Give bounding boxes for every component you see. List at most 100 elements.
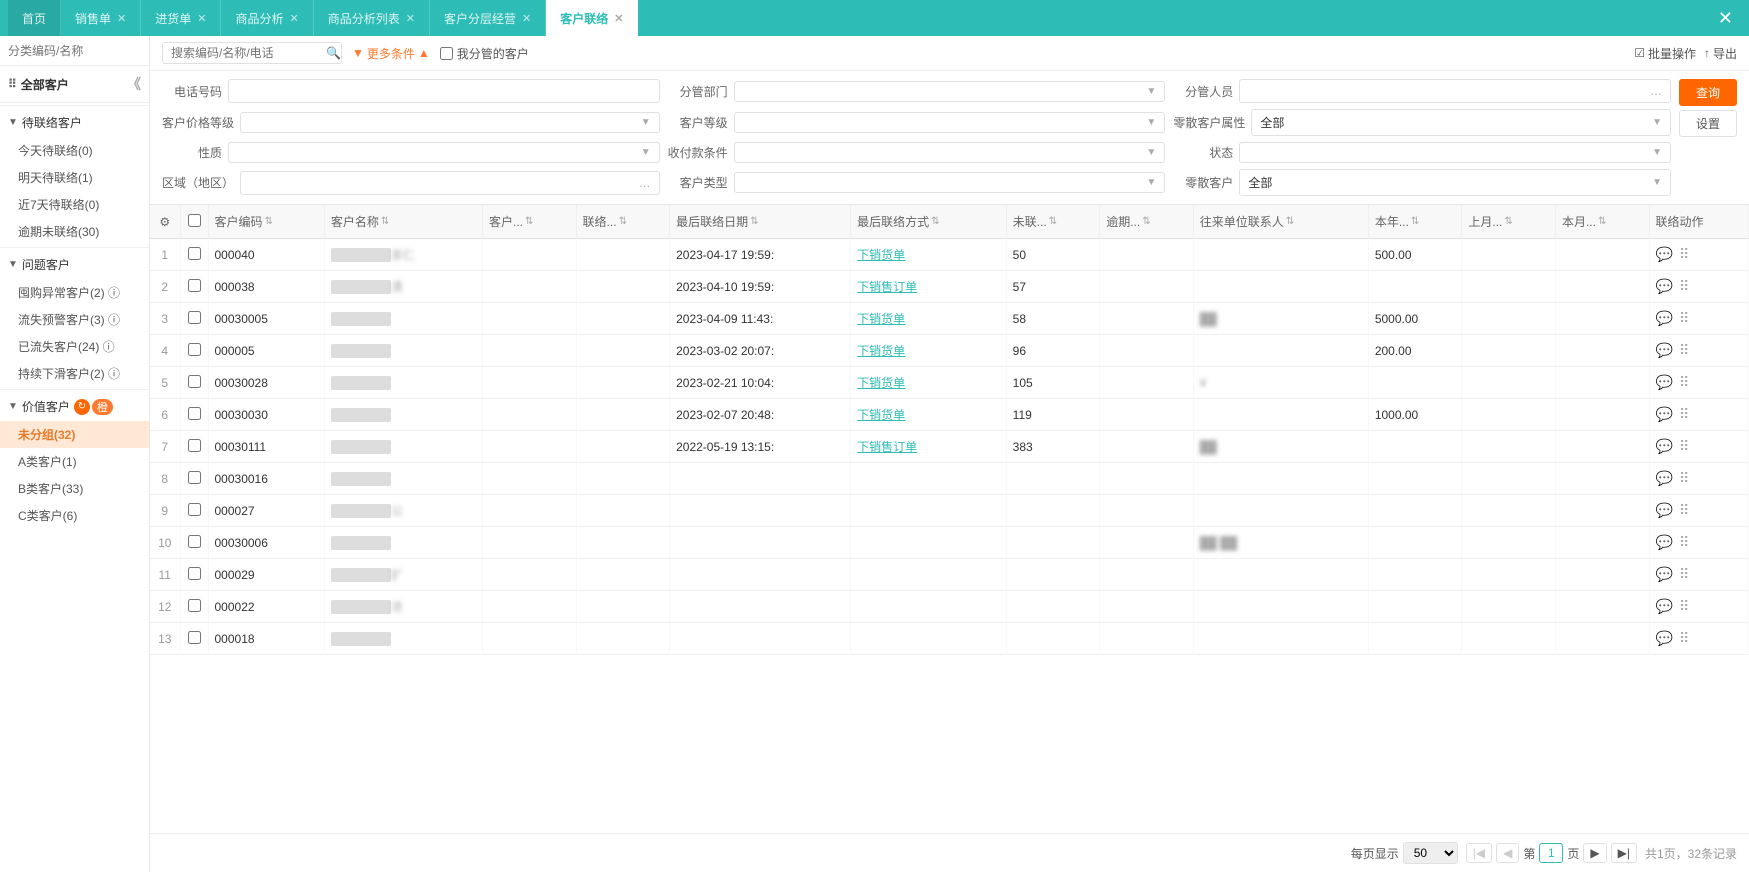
grid-action-icon[interactable]: ⠿ [1679, 310, 1689, 327]
batch-operation-button[interactable]: ☑ 批量操作 [1634, 45, 1696, 62]
row-checkbox[interactable] [180, 239, 208, 271]
last-page-button[interactable]: ▶| [1611, 843, 1637, 863]
reset-button[interactable]: 设置 [1679, 110, 1737, 137]
row-checkbox[interactable] [180, 335, 208, 367]
sidebar-item-churn-warning[interactable]: 流失预警客户(3) ⓘ [0, 306, 149, 333]
my-customers-check[interactable] [440, 47, 453, 60]
price-level-select[interactable]: ▼ [240, 112, 660, 133]
message-icon[interactable]: 💬 [1656, 406, 1673, 423]
dept-select[interactable]: ▼ [734, 81, 1166, 102]
row-last-contact-method[interactable]: 下销售订单 [851, 271, 1006, 303]
tab-home[interactable]: 首页 [8, 0, 61, 36]
export-button[interactable]: ↑ 导出 [1704, 45, 1737, 62]
phone-input[interactable] [228, 79, 660, 103]
col-this-month[interactable]: 本月...⇅ [1555, 205, 1649, 239]
row-checkbox[interactable] [180, 399, 208, 431]
grid-action-icon[interactable]: ⠿ [1679, 470, 1689, 487]
message-icon[interactable]: 💬 [1656, 566, 1673, 583]
sidebar-item-7days-pending[interactable]: 近7天待联络(0) [0, 191, 149, 218]
col-contact[interactable]: 联络...⇅ [576, 205, 670, 239]
refresh-icon[interactable]: ↻ [74, 399, 90, 415]
message-icon[interactable]: 💬 [1656, 246, 1673, 263]
row-checkbox[interactable] [180, 463, 208, 495]
nature-select[interactable]: ▼ [228, 142, 660, 163]
message-icon[interactable]: 💬 [1656, 342, 1673, 359]
row-checkbox[interactable] [180, 527, 208, 559]
grid-action-icon[interactable]: ⠿ [1679, 598, 1689, 615]
more-conditions-toggle[interactable]: ▼ 更多条件 ▲ [352, 45, 430, 62]
row-last-contact-method[interactable]: 下销售订单 [851, 431, 1006, 463]
sidebar-item-churned[interactable]: 已流失客户(24) ⓘ [0, 333, 149, 360]
tab-sales[interactable]: 销售单 ✕ [61, 0, 141, 36]
tab-customer-contact[interactable]: 客户联络 ✕ [546, 0, 638, 36]
select-all-checkbox[interactable] [188, 214, 201, 227]
grid-action-icon[interactable]: ⠿ [1679, 502, 1689, 519]
sidebar-group-pending[interactable]: ▼ 待联络客户 [0, 108, 149, 137]
tab-customer-segment[interactable]: 客户分层经营 ✕ [430, 0, 546, 36]
grid-action-icon[interactable]: ⠿ [1679, 374, 1689, 391]
grid-action-icon[interactable]: ⠿ [1679, 438, 1689, 455]
grid-action-icon[interactable]: ⠿ [1679, 278, 1689, 295]
sidebar-item-b-type[interactable]: B类客户(33) [0, 475, 149, 502]
row-checkbox[interactable] [180, 271, 208, 303]
message-icon[interactable]: 💬 [1656, 310, 1673, 327]
col-not-contacted[interactable]: 未联...⇅ [1006, 205, 1100, 239]
message-icon[interactable]: 💬 [1656, 278, 1673, 295]
collapse-icon[interactable]: 《 [127, 74, 141, 94]
grid-action-icon[interactable]: ⠿ [1679, 342, 1689, 359]
message-icon[interactable]: 💬 [1656, 374, 1673, 391]
close-icon[interactable]: ✕ [522, 12, 531, 25]
customer-type-select[interactable]: ▼ [734, 172, 1166, 193]
col-last-contact-method[interactable]: 最后联络方式⇅ [851, 205, 1006, 239]
grid-action-icon[interactable]: ⠿ [1679, 566, 1689, 583]
col-this-year[interactable]: 本年...⇅ [1368, 205, 1462, 239]
col-last-month[interactable]: 上月...⇅ [1462, 205, 1556, 239]
retail-attr-select[interactable]: 全部 ▼ [1251, 109, 1671, 136]
close-icon[interactable]: ✕ [197, 12, 206, 25]
close-icon[interactable]: ✕ [117, 12, 126, 25]
tab-product-analysis-list[interactable]: 商品分析列表 ✕ [314, 0, 430, 36]
sidebar-item-declining[interactable]: 持续下滑客户(2) ⓘ [0, 360, 149, 387]
search-button[interactable]: 查询 [1679, 79, 1737, 106]
message-icon[interactable]: 💬 [1656, 534, 1673, 551]
grid-action-icon[interactable]: ⠿ [1679, 406, 1689, 423]
close-icon[interactable]: ✕ [406, 12, 415, 25]
message-icon[interactable]: 💬 [1656, 470, 1673, 487]
col-customer-name[interactable]: 客户名称⇅ [324, 205, 482, 239]
row-checkbox[interactable] [180, 591, 208, 623]
col-overdue[interactable]: 逾期...⇅ [1100, 205, 1194, 239]
message-icon[interactable]: 💬 [1656, 438, 1673, 455]
sidebar-item-ungrouped[interactable]: 未分组(32) [0, 421, 149, 448]
table-settings-col[interactable]: ⚙ [150, 205, 180, 239]
per-page-select[interactable]: 50 20 100 [1403, 842, 1458, 864]
status-select[interactable]: ▼ [1239, 142, 1671, 163]
next-page-button[interactable]: ▶ [1583, 843, 1606, 863]
row-checkbox[interactable] [180, 431, 208, 463]
tab-purchase[interactable]: 进货单 ✕ [141, 0, 221, 36]
customer-level-select[interactable]: ▼ [734, 112, 1166, 133]
close-icon[interactable]: ✕ [614, 12, 623, 25]
prev-page-button[interactable]: ◀ [1496, 843, 1519, 863]
search-input[interactable] [171, 46, 326, 60]
first-page-button[interactable]: |◀ [1466, 843, 1492, 863]
col-customer-type[interactable]: 客户...⇅ [482, 205, 576, 239]
sidebar-item-today-pending[interactable]: 今天待联络(0) [0, 137, 149, 164]
row-last-contact-method[interactable]: 下销货单 [851, 303, 1006, 335]
sidebar-search-input[interactable] [8, 44, 150, 58]
message-icon[interactable]: 💬 [1656, 598, 1673, 615]
sidebar-item-c-type[interactable]: C类客户(6) [0, 502, 149, 529]
tab-product-analysis[interactable]: 商品分析 ✕ [221, 0, 313, 36]
col-customer-code[interactable]: 客户编码⇅ [208, 205, 324, 239]
message-icon[interactable]: 💬 [1656, 630, 1673, 647]
row-checkbox[interactable] [180, 303, 208, 335]
sidebar-item-overdue-pending[interactable]: 逾期未联络(30) [0, 218, 149, 245]
grid-action-icon[interactable]: ⠿ [1679, 630, 1689, 647]
col-last-contact-date[interactable]: 最后联络日期⇅ [670, 205, 851, 239]
row-checkbox[interactable] [180, 367, 208, 399]
col-unit-contact[interactable]: 往来单位联系人⇅ [1193, 205, 1368, 239]
sidebar-all-customers[interactable]: ⠿ 全部客户 《 [0, 66, 149, 103]
sidebar-item-a-type[interactable]: A类客户(1) [0, 448, 149, 475]
row-checkbox[interactable] [180, 495, 208, 527]
close-icon[interactable]: ✕ [290, 12, 299, 25]
region-select[interactable]: … [240, 171, 660, 195]
